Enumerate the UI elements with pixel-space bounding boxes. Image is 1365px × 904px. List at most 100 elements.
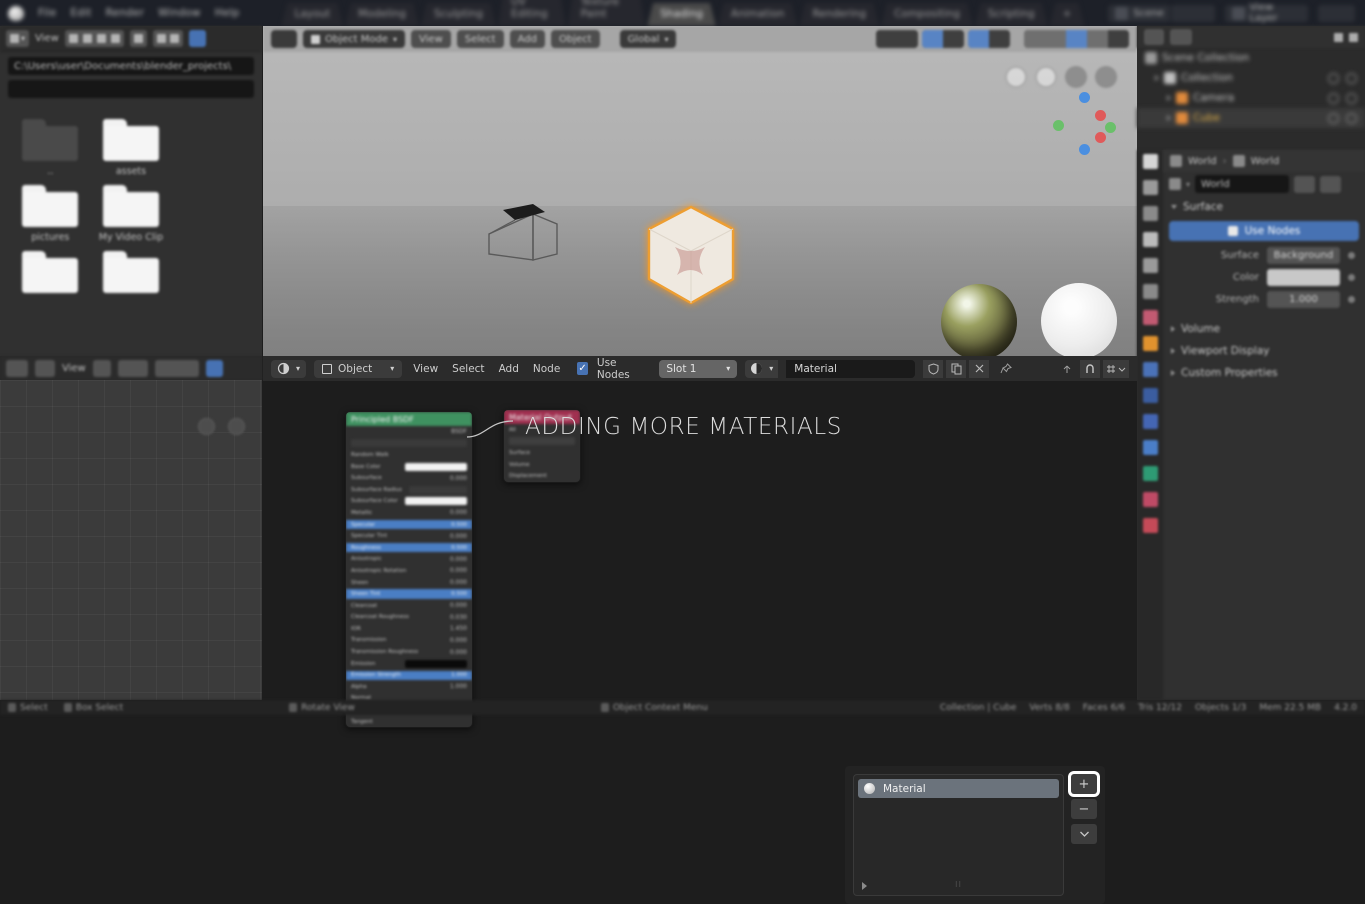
file-item-6[interactable]	[91, 247, 172, 298]
workspace-tab-animation[interactable]: Animation	[718, 3, 798, 26]
scene-tab-icon[interactable]	[1142, 258, 1158, 273]
color-swatch[interactable]	[1267, 268, 1340, 286]
material-slot-item[interactable]: Material	[858, 779, 1059, 798]
menu-help[interactable]: Help	[215, 7, 240, 19]
animate-property-icon[interactable]	[1348, 251, 1355, 259]
transform-orientation-selector[interactable]: Global ▾	[619, 30, 677, 48]
secondary-editor-canvas[interactable]	[0, 380, 262, 700]
mode-selector[interactable]: Object Mode ▾	[303, 30, 406, 48]
axis-y-negative[interactable]	[1053, 120, 1064, 131]
view-layer-selector[interactable]: View Layer	[1225, 2, 1309, 24]
workspace-tab-texture-paint[interactable]: Texture Paint	[568, 0, 646, 26]
axis-y-positive[interactable]	[1105, 122, 1116, 133]
shading-solid-icon[interactable]	[968, 30, 989, 48]
editor-type-button[interactable]	[6, 359, 28, 377]
material-slot-list[interactable]: Material ⁝⁝	[853, 774, 1064, 896]
use-nodes-button[interactable]: Use Nodes	[1169, 221, 1359, 241]
file-item-assets[interactable]: assets	[91, 115, 172, 177]
topbar-extra-2[interactable]	[1318, 4, 1355, 22]
disable-in-render-icon[interactable]	[1346, 92, 1357, 104]
refresh-icon[interactable]	[110, 34, 120, 43]
shader-menu-add[interactable]: Add	[496, 363, 522, 375]
outliner-row-camera[interactable]: Camera	[1137, 88, 1365, 108]
copy-icon[interactable]	[946, 359, 966, 378]
disable-in-render-icon[interactable]	[1346, 112, 1357, 124]
disable-in-render-icon[interactable]	[1346, 72, 1357, 84]
shading-mode-rendered-icon[interactable]	[1087, 30, 1108, 48]
filename-input[interactable]	[8, 80, 254, 98]
view-menu[interactable]: View	[35, 33, 59, 44]
axis-x-negative[interactable]	[1095, 132, 1106, 143]
shader-menu-select[interactable]: Select	[449, 363, 487, 375]
snap-parent-icon[interactable]	[1057, 360, 1077, 378]
display-mode-icon[interactable]	[156, 34, 166, 43]
node-row-label[interactable]: Sheen Tint	[351, 591, 380, 597]
navigation-axis-gizmo[interactable]	[1035, 88, 1116, 160]
menu-window[interactable]: Window	[158, 7, 201, 19]
workspace-tab-sculpting[interactable]: Sculpting	[421, 3, 496, 26]
animate-property-icon[interactable]	[1348, 295, 1355, 303]
slot-selector[interactable]: Slot 1 ▾	[659, 359, 738, 378]
workspace-tab-shading[interactable]: Shading	[647, 3, 716, 26]
editor-type-button[interactable]: ▾	[271, 359, 307, 378]
workspace-tab-scripting[interactable]: Scripting	[975, 3, 1048, 26]
copy-world-button[interactable]	[1320, 175, 1341, 193]
canvas-overlay-button-1[interactable]	[198, 418, 215, 435]
breadcrumb-item[interactable]: World	[1188, 156, 1217, 167]
shading-rendered-icon[interactable]	[989, 30, 1010, 48]
material-slot-menu-button[interactable]	[1071, 824, 1097, 844]
outliner-row-scene-collection[interactable]: Scene Collection	[1137, 48, 1365, 68]
workspace-tab-modeling[interactable]: Modeling	[345, 3, 419, 26]
axis-z-negative[interactable]	[1079, 144, 1090, 155]
resize-grip-icon[interactable]: ⁝⁝	[955, 880, 962, 889]
data-tab-icon[interactable]	[1142, 466, 1158, 481]
workspace-tab-rendering[interactable]: Rendering	[799, 3, 879, 26]
workspace-tab-uv-editing[interactable]: UV Editing	[498, 0, 566, 26]
camera-gizmo-icon[interactable]	[1065, 66, 1087, 88]
perspective-gizmo-icon[interactable]	[1095, 66, 1117, 88]
filter-icon[interactable]	[1334, 32, 1343, 42]
shading-mode-solid-icon[interactable]	[1045, 30, 1066, 48]
viewport-menu-object[interactable]: Object	[550, 30, 600, 48]
particles-tab-icon[interactable]	[1142, 388, 1158, 403]
toolbar-button-1[interactable]	[92, 359, 111, 377]
hide-in-viewport-icon[interactable]	[1328, 112, 1339, 124]
use-nodes-toggle[interactable]: ✓ Use Nodes	[577, 357, 645, 381]
camera-object[interactable]	[481, 204, 591, 286]
snap-mode-icon[interactable]	[1103, 359, 1129, 378]
back-icon[interactable]	[68, 34, 78, 43]
new-folder-button[interactable]	[129, 30, 147, 47]
unlink-world-button[interactable]	[1346, 176, 1359, 193]
up-icon[interactable]	[96, 34, 106, 43]
expand-list-icon[interactable]	[862, 882, 867, 890]
breadcrumb-item[interactable]: World	[1251, 156, 1280, 167]
axis-z-positive[interactable]	[1079, 92, 1090, 103]
filter-toggle-button[interactable]	[188, 30, 206, 47]
tool-tab-icon[interactable]	[1142, 154, 1158, 169]
section-custom-properties[interactable]: Custom Properties	[1163, 362, 1365, 384]
view-menu[interactable]: View	[62, 363, 86, 374]
expand-arrow-icon[interactable]	[1155, 75, 1159, 81]
collection-tab-icon[interactable]	[1142, 310, 1158, 325]
remove-material-slot-button[interactable]: −	[1071, 799, 1097, 819]
output-tab-icon[interactable]	[1142, 206, 1158, 221]
shading-wireframe-icon[interactable]	[943, 30, 964, 48]
workspace-tab-add[interactable]: +	[1050, 3, 1085, 26]
nav-button-group[interactable]	[64, 30, 124, 47]
viewport-3d[interactable]: Object Mode ▾ View Select Add Object Glo…	[263, 26, 1137, 356]
file-item-5[interactable]	[10, 247, 91, 298]
menu-render[interactable]: Render	[106, 7, 145, 19]
add-material-slot-button[interactable]: +	[1071, 774, 1097, 794]
shader-type-selector[interactable]: Object ▾	[314, 359, 403, 378]
close-icon[interactable]	[969, 359, 989, 378]
viewport-menu-view[interactable]: View	[411, 30, 451, 48]
shader-menu-node[interactable]: Node	[530, 363, 563, 375]
menu-edit[interactable]: Edit	[70, 7, 91, 19]
topbar-extra-1[interactable]	[1170, 4, 1216, 22]
node-row-label[interactable]: Emission Strength	[351, 672, 401, 678]
view-layer-tab-icon[interactable]	[1142, 232, 1158, 247]
property-value[interactable]: 1.000	[1267, 290, 1340, 308]
snap-magnet-icon[interactable]	[1080, 359, 1100, 378]
world-name-input[interactable]: World	[1195, 175, 1289, 193]
shading-mode-material-preview-icon[interactable]	[1066, 30, 1087, 48]
